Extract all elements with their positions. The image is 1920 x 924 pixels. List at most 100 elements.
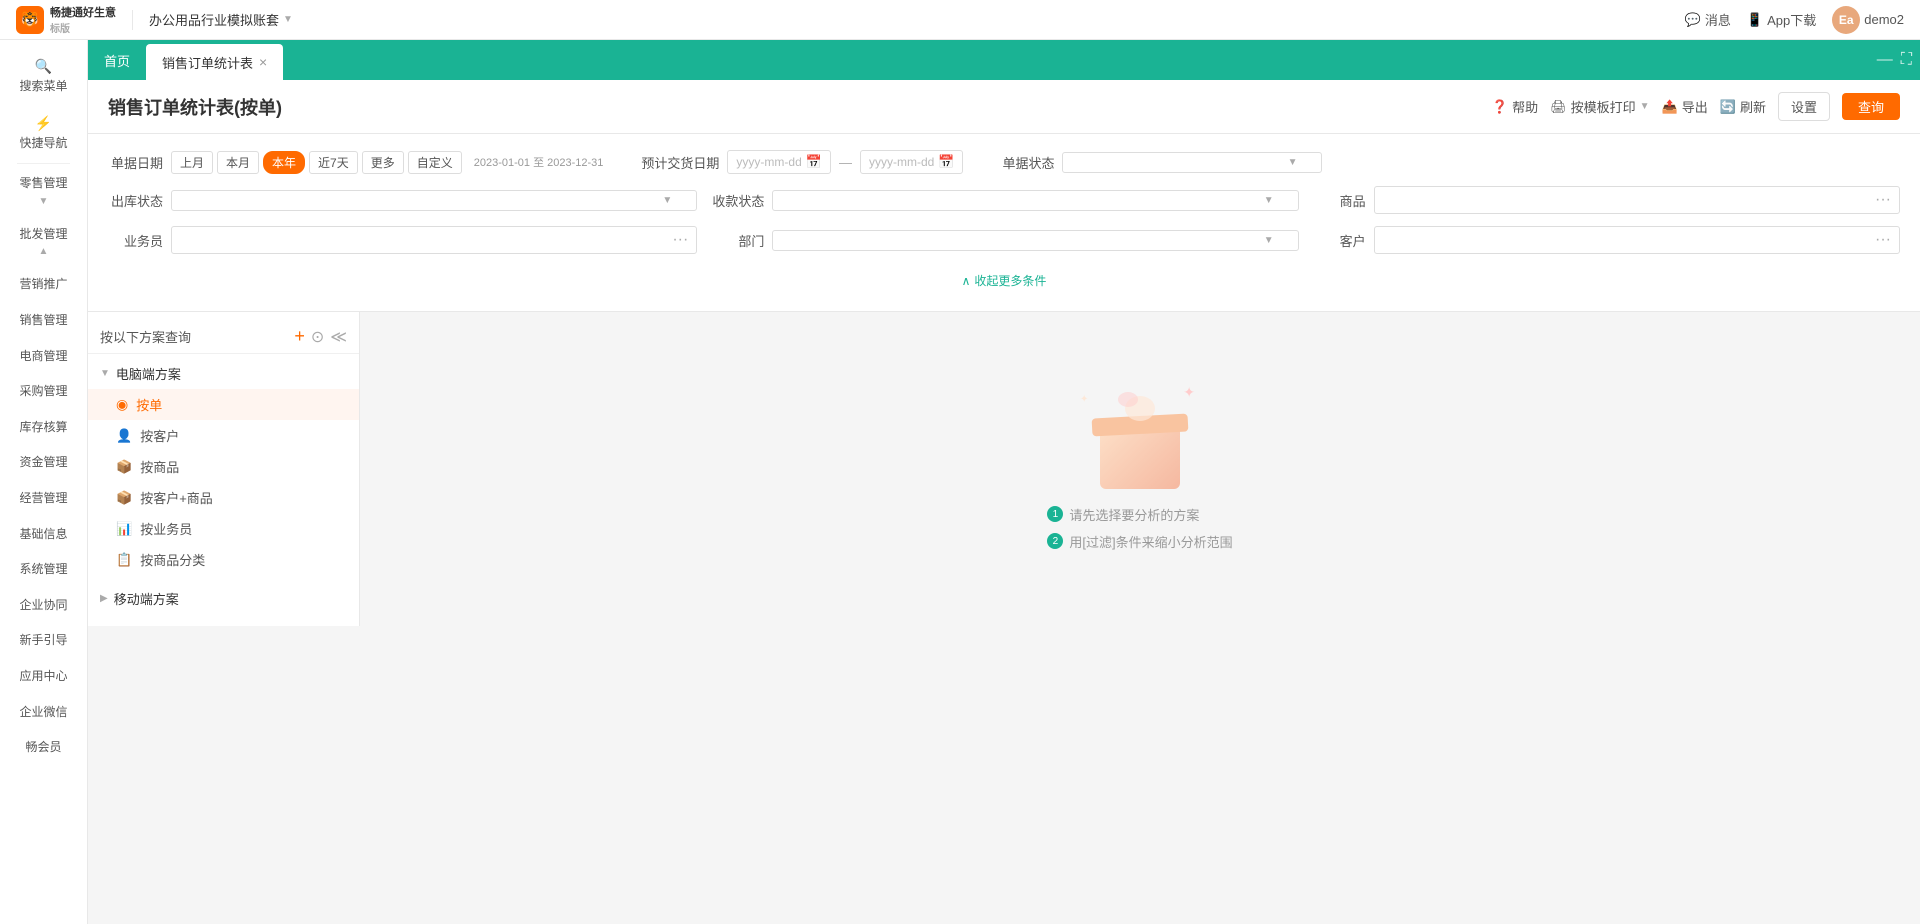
app-download-item[interactable]: 📱 App下载	[1747, 10, 1816, 29]
tab-close-button[interactable]: ×	[259, 55, 267, 69]
export-button[interactable]: 📤 导出	[1662, 97, 1708, 116]
calendar-icon-2: 📅	[938, 154, 954, 170]
tab-maximize-button[interactable]: ⛶	[1901, 51, 1912, 69]
expected-date-end[interactable]: yyyy-mm-dd 📅	[860, 150, 964, 174]
tree-item-by-goods[interactable]: 📦 按商品	[88, 451, 359, 482]
tip-num-2: 2	[1047, 533, 1063, 549]
goods-dots[interactable]: ···	[1875, 191, 1891, 209]
tab-active[interactable]: 销售订单统计表 ×	[146, 44, 283, 80]
tree-header-mobile[interactable]: ▶ 移动端方案	[88, 583, 359, 614]
date-btn-more[interactable]: 更多	[362, 151, 404, 174]
tree-mobile-label: 移动端方案	[114, 589, 179, 608]
sidebar-item-member[interactable]: 畅会员	[0, 730, 87, 766]
tip-2-text: 用[过滤]条件来缩小分析范围	[1069, 532, 1232, 551]
sidebar-item-wholesale[interactable]: 批发管理 ▲	[0, 217, 87, 268]
tree-item-by-category[interactable]: 📋 按商品分类	[88, 544, 359, 575]
sidebar-wecom-label: 企业微信	[19, 705, 67, 721]
collapse-button[interactable]: ∧ 收起更多条件	[108, 266, 1900, 295]
help-button[interactable]: ❓ 帮助	[1492, 97, 1538, 116]
tip-1-text: 请先选择要分析的方案	[1069, 505, 1199, 524]
sidebar-item-cooperation[interactable]: 企业协同	[0, 588, 87, 624]
sidebar-finance-label: 资金管理	[19, 455, 67, 471]
tree-item-by-customer-goods[interactable]: 📦 按客户+商品	[88, 482, 359, 513]
customer-dots[interactable]: ···	[1875, 231, 1891, 249]
tree-item-by-customer[interactable]: 👤 按客户	[88, 420, 359, 451]
sidebar-item-appstore[interactable]: 应用中心	[0, 659, 87, 695]
tree-header-pc[interactable]: ▼ 电脑端方案	[88, 358, 359, 389]
sidebar-item-purchase[interactable]: 采购管理	[0, 374, 87, 410]
company-selector[interactable]: 办公用品行业模拟账套 ▼	[149, 10, 293, 29]
tree-mobile-arrow: ▶	[100, 593, 108, 604]
sidebar-item-finance[interactable]: 资金管理	[0, 445, 87, 481]
sidebar-search[interactable]: 🔍 搜索菜单	[0, 48, 87, 105]
message-icon: 💬	[1685, 12, 1701, 28]
tree-pc-label: 电脑端方案	[116, 364, 181, 383]
panel-toolbar: 按以下方案查询 + ⊙ ≪	[88, 320, 359, 354]
dept-select[interactable]: ▼	[772, 230, 1298, 251]
sidebar-ecommerce-label: 电商管理	[19, 349, 67, 365]
query-button[interactable]: 查询	[1842, 93, 1900, 120]
sidebar-item-operations[interactable]: 经营管理	[0, 481, 87, 517]
logo-icon: 🐯	[16, 6, 44, 34]
doc-status-select[interactable]: ▼	[1062, 152, 1322, 173]
customer-select[interactable]: ···	[1374, 226, 1900, 254]
tab-minimize-button[interactable]: —	[1877, 51, 1893, 69]
tree-item-by-salesperson[interactable]: 📊 按业务员	[88, 513, 359, 544]
tab-home-label: 首页	[104, 54, 130, 69]
date-btn-custom[interactable]: 自定义	[408, 151, 462, 174]
collapse-icon: ∧	[962, 274, 971, 288]
sidebar-item-marketing[interactable]: 营销推广	[0, 267, 87, 303]
tab-bar: 首页 销售订单统计表 × — ⛶	[88, 40, 1920, 80]
tab-bar-right: — ⛶	[1877, 51, 1920, 69]
expected-date-start[interactable]: yyyy-mm-dd 📅	[727, 150, 831, 174]
sidebar-item-system[interactable]: 系统管理	[0, 552, 87, 588]
panel-collapse-icon[interactable]: ≪	[330, 327, 347, 347]
company-selector-arrow: ▼	[283, 14, 293, 25]
sidebar-cooperation-label: 企业协同	[19, 598, 67, 614]
by-salesperson-label: 按业务员	[140, 519, 192, 538]
expected-date-label: 预计交货日期	[639, 153, 719, 172]
sidebar-search-label: 搜索菜单	[19, 79, 67, 95]
tab-active-label: 销售订单统计表	[162, 53, 253, 72]
by-customer-label: 按客户	[140, 426, 179, 445]
print-arrow: ▼	[1640, 101, 1650, 112]
date-btn-this-month[interactable]: 本月	[217, 151, 259, 174]
sidebar-quick-nav[interactable]: ⚡ 快捷导航	[0, 105, 87, 162]
date-btn-7days[interactable]: 近7天	[309, 151, 358, 174]
doc-status-group: 单据状态 ▼	[999, 152, 1900, 173]
tree-item-by-order[interactable]: ◉ 按单	[88, 389, 359, 420]
sidebar-item-sales[interactable]: 销售管理	[0, 303, 87, 339]
tab-home[interactable]: 首页	[88, 51, 146, 70]
messages-item[interactable]: 💬 消息	[1685, 10, 1731, 29]
expected-date-group: 预计交货日期 yyyy-mm-dd 📅 — yyyy-mm-dd 📅	[639, 150, 963, 174]
date-btn-last-month[interactable]: 上月	[171, 151, 213, 174]
refresh-button[interactable]: 🔄 刷新	[1720, 97, 1766, 116]
salesperson-dots[interactable]: ···	[672, 231, 688, 249]
sidebar-item-retail[interactable]: 零售管理 ▼	[0, 166, 87, 217]
doc-status-arrow: ▼	[1288, 157, 1298, 168]
page-actions: ❓ 帮助 🖨 按模板打印 ▼ 📤 导出 🔄 刷新	[1492, 92, 1900, 121]
user-avatar-area[interactable]: Ea demo2	[1832, 6, 1904, 34]
date-btn-this-year[interactable]: 本年	[263, 151, 305, 174]
ship-status-select[interactable]: ▼	[171, 190, 697, 211]
divider	[132, 10, 133, 30]
sidebar-item-basic[interactable]: 基础信息	[0, 517, 87, 553]
print-icon: 🖨	[1550, 99, 1567, 115]
page-content: 销售订单统计表(按单) ❓ 帮助 🖨 按模板打印 ▼ 📤 导出	[88, 80, 1920, 924]
sidebar-item-inventory[interactable]: 库存核算	[0, 410, 87, 446]
sidebar-item-guide[interactable]: 新手引导	[0, 623, 87, 659]
goods-select[interactable]: ···	[1374, 186, 1900, 214]
template-print-button[interactable]: 🖨 按模板打印 ▼	[1550, 97, 1649, 116]
sidebar-item-ecommerce[interactable]: 电商管理	[0, 339, 87, 375]
salesperson-select[interactable]: ···	[171, 226, 697, 254]
settings-button[interactable]: 设置	[1778, 92, 1830, 121]
sidebar-item-wecom[interactable]: 企业微信	[0, 695, 87, 731]
app-download-label: App下载	[1767, 10, 1816, 29]
top-bar-right: 💬 消息 📱 App下载 Ea demo2	[1685, 6, 1904, 34]
empty-tips: 1 请先选择要分析的方案 2 用[过滤]条件来缩小分析范围	[1047, 505, 1232, 559]
panel-add-button[interactable]: +	[294, 326, 305, 347]
panel-settings-icon[interactable]: ⊙	[311, 327, 324, 347]
empty-tip-1: 1 请先选择要分析的方案	[1047, 505, 1232, 524]
payment-status-select[interactable]: ▼	[772, 190, 1298, 211]
logo-area: 🐯 畅捷通好生意 标版	[16, 4, 116, 35]
